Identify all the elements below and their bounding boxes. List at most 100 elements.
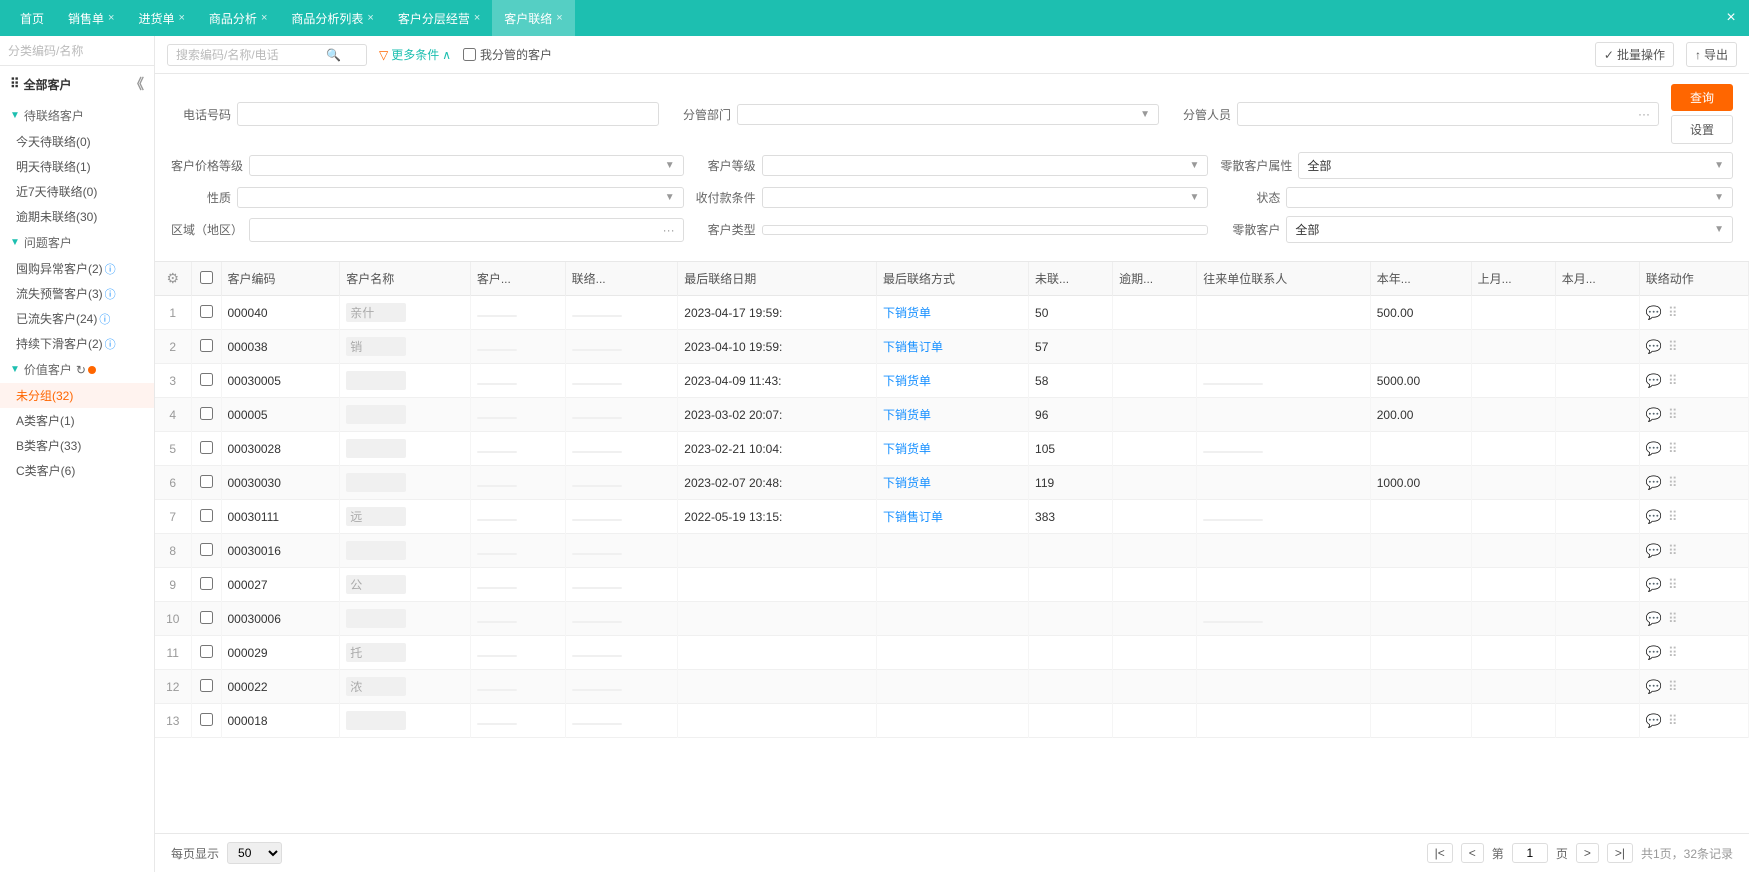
filter-select-price-level[interactable]: ▼ [249,155,684,176]
chat-icon[interactable]: 💬 [1646,305,1662,321]
chat-icon[interactable]: 💬 [1646,407,1662,423]
sidebar-item-tomorrow[interactable]: 明天待联络(1) [0,154,154,179]
chat-icon[interactable]: 💬 [1646,509,1662,525]
cell-checkbox[interactable] [191,602,221,636]
grid-action-icon[interactable]: ⠿ [1668,373,1678,389]
sidebar-item-c-class[interactable]: C类客户(6) [0,458,154,483]
cell-checkbox[interactable] [191,296,221,330]
row-checkbox[interactable] [200,645,213,658]
first-page-btn[interactable]: |< [1427,843,1453,863]
contact-method-link[interactable]: 下销售订单 [883,340,943,354]
chat-icon[interactable]: 💬 [1646,611,1662,627]
sidebar-item-today[interactable]: 今天待联络(0) [0,129,154,154]
contact-method-link[interactable]: 下销货单 [883,306,931,320]
sidebar-item-abnormal[interactable]: 囤购异常客户(2) ⓘ [0,256,154,281]
sidebar-item-7days[interactable]: 近7天待联络(0) [0,179,154,204]
cell-last-contact-method[interactable]: 下销售订单 [876,330,1028,364]
query-button[interactable]: 查询 [1671,84,1733,111]
row-checkbox[interactable] [200,373,213,386]
last-page-btn[interactable]: >| [1607,843,1633,863]
filter-select-customer-level[interactable]: ▼ [762,155,1209,176]
sidebar-section-problem[interactable]: ▼ 问题客户 [0,229,154,256]
window-close-button[interactable]: × [1721,8,1741,28]
cell-checkbox[interactable] [191,466,221,500]
row-checkbox[interactable] [200,339,213,352]
gear-col-header[interactable]: ⚙ [155,262,191,296]
select-all-checkbox[interactable] [200,271,213,284]
row-checkbox[interactable] [200,407,213,420]
row-checkbox[interactable] [200,305,213,318]
grid-action-icon[interactable]: ⠿ [1668,645,1678,661]
chat-icon[interactable]: 💬 [1646,475,1662,491]
reset-button[interactable]: 设置 [1671,115,1733,144]
cell-checkbox[interactable] [191,398,221,432]
cell-checkbox[interactable] [191,636,221,670]
sidebar-item-b-class[interactable]: B类客户(33) [0,433,154,458]
per-page-select[interactable]: 50 20 100 [227,842,282,864]
row-checkbox[interactable] [200,543,213,556]
grid-action-icon[interactable]: ⠿ [1668,305,1678,321]
sidebar-item-unclassified[interactable]: 未分组(32) [0,383,154,408]
cell-last-contact-method[interactable]: 下销货单 [876,432,1028,466]
row-checkbox[interactable] [200,475,213,488]
cell-last-contact-method[interactable]: 下销售订单 [876,500,1028,534]
grid-action-icon[interactable]: ⠿ [1668,577,1678,593]
sidebar-item-a-class[interactable]: A类客户(1) [0,408,154,433]
filter-select-region[interactable]: ··· [249,218,684,242]
filter-select-status[interactable]: ▼ [1286,187,1733,208]
row-checkbox[interactable] [200,509,213,522]
grid-action-icon[interactable]: ⠿ [1668,407,1678,423]
contact-method-link[interactable]: 下销货单 [883,374,931,388]
contact-method-link[interactable]: 下销货单 [883,442,931,456]
prev-page-btn[interactable]: < [1461,843,1484,863]
sidebar-item-churned[interactable]: 已流失客户(24) ⓘ [0,306,154,331]
cell-last-contact-method[interactable]: 下销货单 [876,466,1028,500]
cell-checkbox[interactable] [191,704,221,738]
region-more-icon[interactable]: ··· [663,223,675,237]
nav-customer-segmentation[interactable]: 客户分层经营 × [386,0,492,36]
nav-product-analysis[interactable]: 商品分析 × [197,0,279,36]
filter-select-dept[interactable]: ▼ [737,104,1159,125]
nav-customer-contact[interactable]: 客户联络 × [492,0,574,36]
sidebar-item-churn-warning[interactable]: 流失预警客户(3) ⓘ [0,281,154,306]
cell-checkbox[interactable] [191,534,221,568]
nav-product-analysis-list-close[interactable]: × [367,12,373,24]
cell-last-contact-method[interactable] [876,602,1028,636]
filter-my-customers[interactable]: 我分管的客户 [463,46,552,63]
cell-checkbox[interactable] [191,670,221,704]
row-checkbox[interactable] [200,611,213,624]
cell-last-contact-method[interactable] [876,704,1028,738]
chat-icon[interactable]: 💬 [1646,339,1662,355]
cell-last-contact-method[interactable] [876,670,1028,704]
cell-checkbox[interactable] [191,432,221,466]
cell-last-contact-method[interactable]: 下销货单 [876,364,1028,398]
chat-icon[interactable]: 💬 [1646,373,1662,389]
row-checkbox[interactable] [200,713,213,726]
grid-action-icon[interactable]: ⠿ [1668,543,1678,559]
nav-sales-close[interactable]: × [108,12,114,24]
checkbox-col-header[interactable] [191,262,221,296]
row-checkbox[interactable] [200,577,213,590]
batch-ops-button[interactable]: ✓ 批量操作 [1595,42,1674,67]
nav-customer-contact-close[interactable]: × [556,12,562,24]
filter-select-retail-customer[interactable]: 全部 ▼ [1286,216,1733,243]
filter-more-conditions[interactable]: ▽ 更多条件 ∧ [379,46,451,63]
chat-icon[interactable]: 💬 [1646,713,1662,729]
sidebar-section-value[interactable]: ▼ 价值客户 ↻ [0,356,154,383]
contact-method-link[interactable]: 下销售订单 [883,510,943,524]
grid-action-icon[interactable]: ⠿ [1668,475,1678,491]
chat-icon[interactable]: 💬 [1646,577,1662,593]
grid-action-icon[interactable]: ⠿ [1668,713,1678,729]
gear-icon[interactable]: ⚙ [166,270,179,286]
cell-last-contact-method[interactable]: 下销货单 [876,296,1028,330]
sidebar-all-customers[interactable]: ⠿ 全部客户 《 [0,66,154,102]
refresh-icon-value[interactable]: ↻ [76,363,86,377]
staff-more-icon[interactable]: ··· [1638,107,1650,121]
sidebar-search-input[interactable] [8,44,155,58]
row-checkbox[interactable] [200,441,213,454]
chat-icon[interactable]: 💬 [1646,679,1662,695]
chat-icon[interactable]: 💬 [1646,543,1662,559]
cell-last-contact-method[interactable] [876,636,1028,670]
nav-sales[interactable]: 销售单 × [56,0,126,36]
contact-method-link[interactable]: 下销货单 [883,476,931,490]
